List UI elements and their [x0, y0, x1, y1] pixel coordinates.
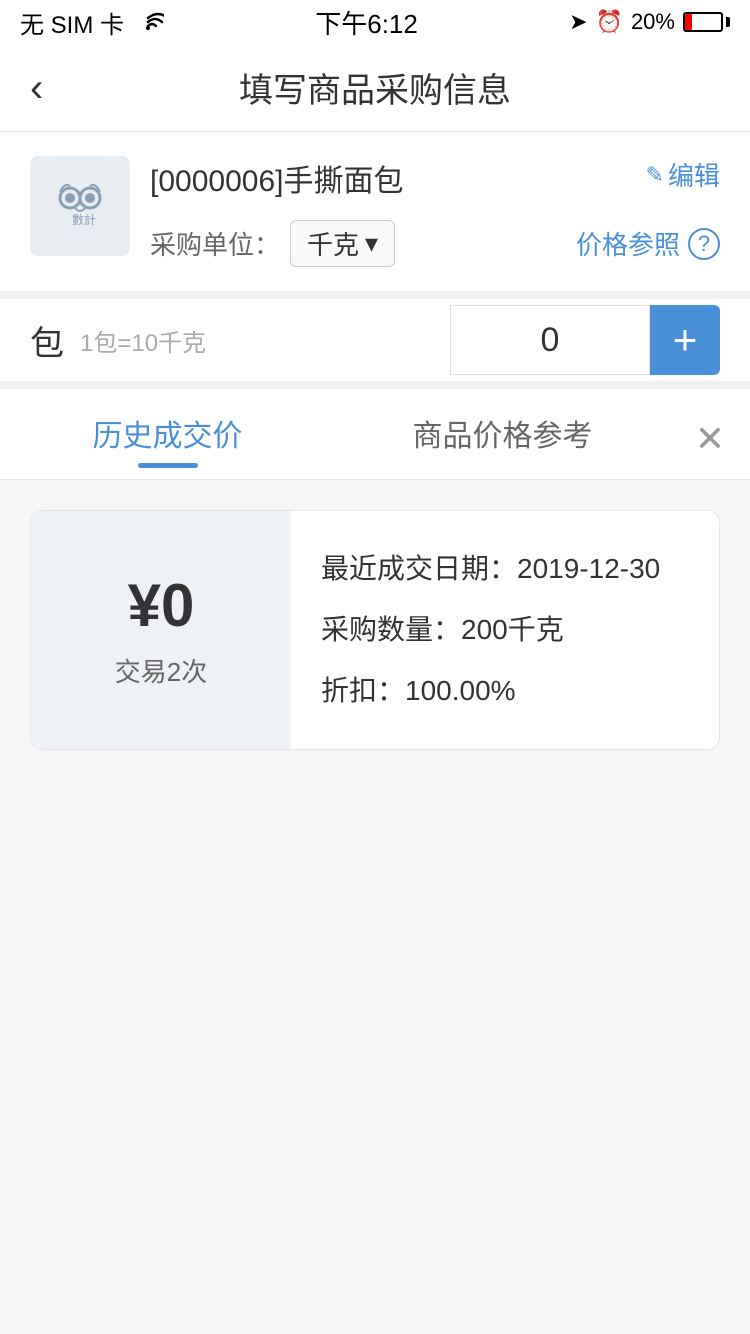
product-name: [0000006]手撕面包 — [150, 156, 403, 200]
tab-product-price[interactable]: 商品价格参考 — [335, 399, 670, 479]
wifi-icon — [132, 8, 164, 37]
close-icon: ✕ — [695, 418, 725, 460]
price-reference-link[interactable]: 价格参照 ? — [576, 225, 720, 262]
unit-dropdown[interactable]: 千克 ▾ — [290, 220, 395, 267]
quantity-controls: 0 + — [450, 305, 720, 375]
product-section: 數計 [0000006]手撕面包 ✎ 编辑 采购单位： 千克 ▾ 价格参照 — [0, 132, 750, 299]
status-bar-time: 下午6:12 — [315, 4, 418, 41]
status-bar-right: ➤ ⏰ 20% — [569, 9, 730, 35]
product-unit-row: 采购单位： 千克 ▾ 价格参照 ? — [150, 220, 720, 267]
tab-bar: 历史成交价 商品价格参考 ✕ — [0, 389, 750, 480]
quantity-section: 包 1包=10千克 0 + — [0, 299, 750, 389]
purchase-qty-label: 采购数量： — [321, 614, 461, 645]
status-bar-left: 无 SIM 卡 — [20, 5, 164, 40]
status-bar: 无 SIM 卡 下午6:12 ➤ ⏰ 20% — [0, 0, 750, 44]
tab-active-indicator — [138, 463, 198, 468]
battery-percent: 20% — [631, 9, 675, 35]
recent-date-row: 最近成交日期：2019-12-30 — [321, 547, 689, 592]
recent-date-label: 最近成交日期： — [321, 553, 517, 584]
location-icon: ➤ — [569, 9, 587, 35]
svg-text:數計: 數計 — [72, 212, 96, 227]
unit-label-text: 采购单位： — [150, 225, 280, 262]
close-button[interactable]: ✕ — [670, 399, 750, 479]
quantity-hint: 1包=10千克 — [80, 323, 206, 358]
product-thumb-icon: 數計 — [50, 170, 110, 242]
price-card-right: 最近成交日期：2019-12-30 采购数量：200千克 折扣：100.00% — [291, 511, 719, 749]
tab-history-price[interactable]: 历史成交价 — [0, 399, 335, 479]
product-info: [0000006]手撕面包 ✎ 编辑 采购单位： 千克 ▾ 价格参照 ? — [150, 156, 720, 267]
quantity-unit: 包 — [30, 316, 64, 365]
unit-value: 千克 — [307, 225, 359, 262]
quantity-value: 0 — [541, 321, 560, 360]
unit-label: 采购单位： 千克 ▾ — [150, 220, 395, 267]
back-button[interactable]: ‹ — [30, 68, 43, 108]
no-sim-text: 无 SIM 卡 — [20, 5, 124, 40]
purchase-qty-value: 200千克 — [461, 614, 564, 645]
edit-icon: ✎ — [646, 162, 664, 188]
alarm-icon: ⏰ — [596, 9, 623, 35]
edit-button[interactable]: ✎ 编辑 — [646, 156, 720, 193]
page-title: 填写商品采购信息 — [239, 63, 511, 112]
discount-label: 折扣： — [321, 675, 405, 706]
discount-row: 折扣：100.00% — [321, 669, 689, 714]
battery-indicator — [683, 12, 730, 32]
price-ref-label: 价格参照 — [576, 225, 680, 262]
product-header: [0000006]手撕面包 ✎ 编辑 — [150, 156, 720, 200]
edit-label: 编辑 — [668, 156, 720, 193]
dropdown-arrow-icon: ▾ — [365, 228, 378, 259]
recent-date-value: 2019-12-30 — [517, 553, 660, 584]
price-card-left: ¥0 交易2次 — [31, 511, 291, 749]
quantity-plus-button[interactable]: + — [650, 305, 720, 375]
price-amount: ¥0 — [128, 571, 195, 640]
nav-bar: ‹ 填写商品采购信息 — [0, 44, 750, 132]
price-ref-help-icon: ? — [688, 228, 720, 260]
price-ref-content: ¥0 交易2次 最近成交日期：2019-12-30 采购数量：200千克 折扣：… — [0, 480, 750, 1180]
tab-product-label: 商品价格参考 — [413, 411, 593, 455]
purchase-qty-row: 采购数量：200千克 — [321, 608, 689, 653]
quantity-label: 包 1包=10千克 — [30, 316, 206, 365]
discount-value: 100.00% — [405, 675, 516, 706]
price-card: ¥0 交易2次 最近成交日期：2019-12-30 采购数量：200千克 折扣：… — [30, 510, 720, 750]
tab-history-label: 历史成交价 — [93, 411, 243, 455]
quantity-input[interactable]: 0 — [450, 305, 650, 375]
price-trade-count: 交易2次 — [115, 652, 207, 689]
product-thumbnail: 數計 — [30, 156, 130, 256]
